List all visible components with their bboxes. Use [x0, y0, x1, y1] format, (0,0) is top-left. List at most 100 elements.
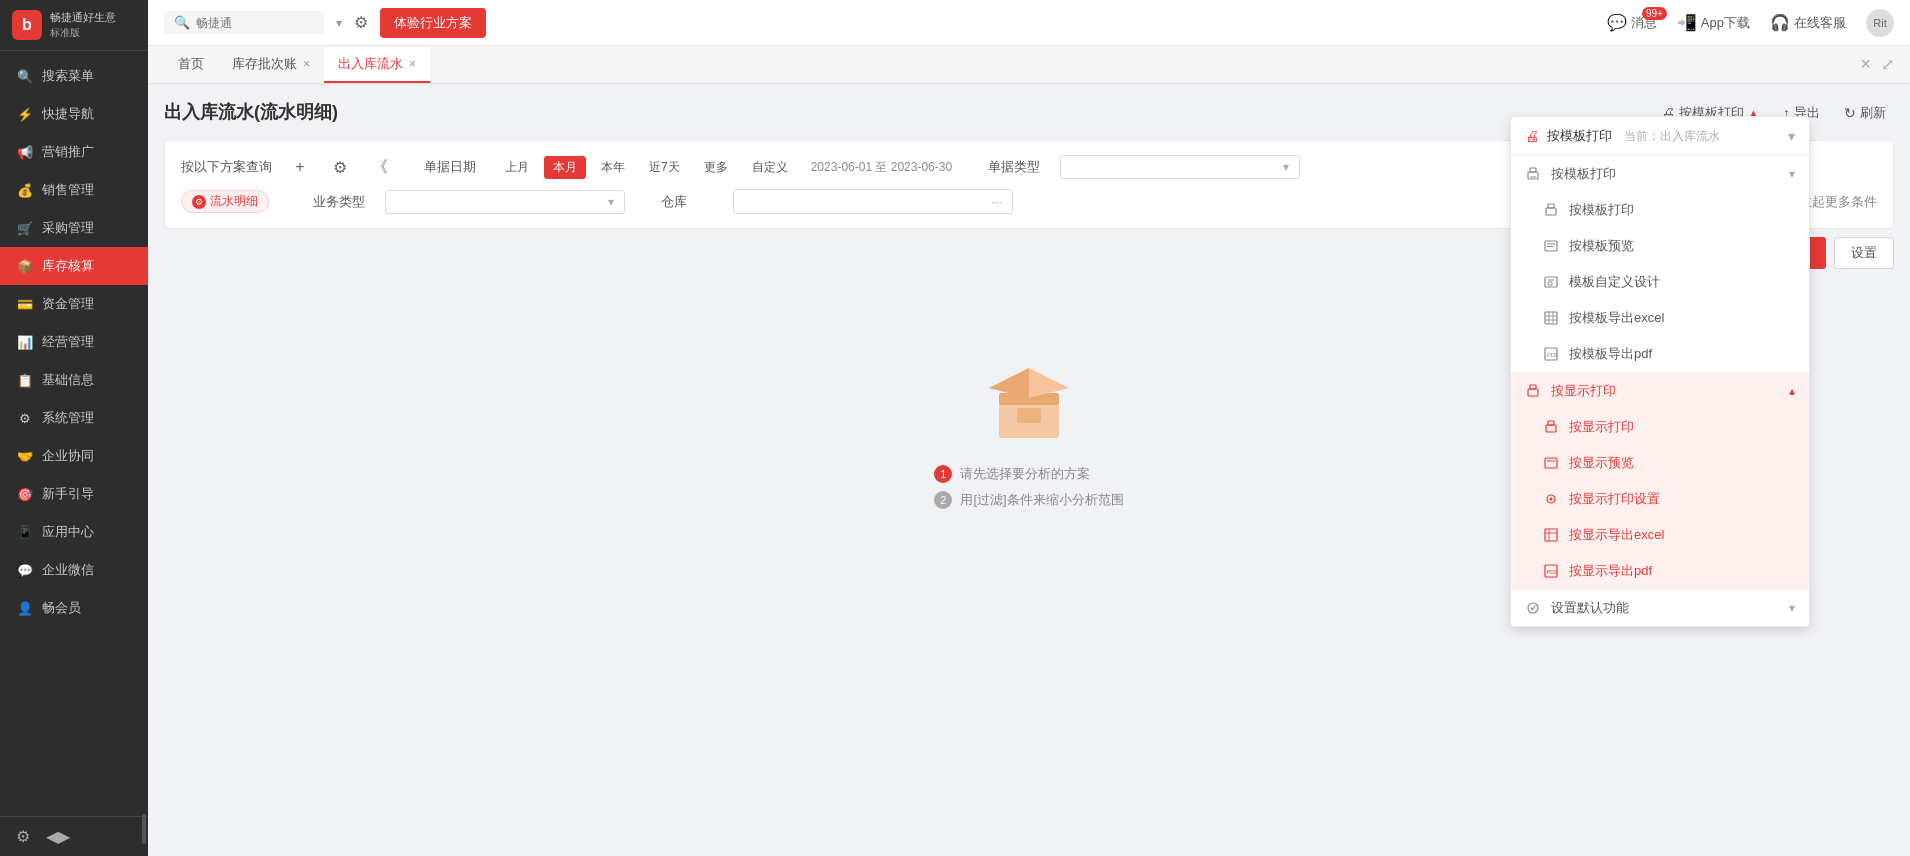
- app-logo: b 畅捷通好生意 标准版: [0, 0, 148, 51]
- template-export-excel-item[interactable]: 按模板导出excel: [1511, 300, 1809, 336]
- template-section-arrow-icon: ▾: [1789, 167, 1795, 181]
- topbar-right: 💬 消息 99+ 📲 App下载 🎧 在线客服 Rit: [1607, 9, 1894, 37]
- dropdown-panel-header: 🖨 按模板打印 当前：出入库流水 ▾: [1511, 117, 1809, 156]
- topbar-gear-icon[interactable]: ⚙: [354, 13, 368, 32]
- template-preview-item[interactable]: 按模板预览: [1511, 228, 1809, 264]
- settings-button[interactable]: 设置: [1834, 237, 1894, 269]
- display-section-printer-icon: [1525, 383, 1541, 399]
- corp-icon: 🤝: [16, 447, 34, 465]
- topbar-search-input[interactable]: [196, 16, 296, 30]
- sidebar-item-marketing[interactable]: 📢 营销推广: [0, 133, 148, 171]
- date-btn-prev-month[interactable]: 上月: [496, 156, 538, 179]
- display-preview-item[interactable]: 按显示预览: [1511, 445, 1809, 481]
- svg-point-30: [1550, 498, 1553, 501]
- display-print-item-label: 按显示打印: [1569, 418, 1795, 436]
- filter-prefix-label: 按以下方案查询: [181, 158, 272, 176]
- sidebar-item-quick-nav[interactable]: ⚡ 快捷导航: [0, 95, 148, 133]
- display-export-excel-item[interactable]: 按显示导出excel: [1511, 517, 1809, 553]
- tab-home[interactable]: 首页: [164, 47, 218, 83]
- date-btn-custom[interactable]: 自定义: [743, 156, 797, 179]
- sidebar-item-label: 企业协同: [42, 447, 94, 465]
- template-print-item[interactable]: 按模板打印: [1511, 192, 1809, 228]
- topbar-search-box[interactable]: 🔍: [164, 11, 324, 34]
- step-1-number: 1: [934, 465, 952, 483]
- date-btn-current-year[interactable]: 本年: [592, 156, 634, 179]
- doc-type-chevron-icon: ▾: [1283, 160, 1289, 174]
- warehouse-input[interactable]: ···: [733, 189, 1013, 214]
- sidebar-nav: 🔍 搜索菜单 ⚡ 快捷导航 📢 营销推广 💰 销售管理 🛒 采购管理 📦 库存核…: [0, 51, 148, 812]
- sidebar-item-wechat[interactable]: 💬 企业微信: [0, 551, 148, 589]
- sidebar-item-corp[interactable]: 🤝 企业协同: [0, 437, 148, 475]
- display-print-item[interactable]: 按显示打印: [1511, 409, 1809, 445]
- sidebar-item-search[interactable]: 🔍 搜索菜单: [0, 57, 148, 95]
- sidebar-item-finance[interactable]: 💳 资金管理: [0, 285, 148, 323]
- sidebar-item-guide[interactable]: 🎯 新手引导: [0, 475, 148, 513]
- dropdown-arrow-up-icon[interactable]: ▾: [1788, 128, 1795, 144]
- refresh-button[interactable]: ↻ 刷新: [1836, 100, 1894, 126]
- filter-tag: ⚙ 流水明细: [181, 190, 269, 213]
- display-print-section-header[interactable]: 按显示打印 ▴: [1511, 373, 1809, 409]
- date-btn-last7days[interactable]: 近7天: [640, 156, 689, 179]
- sidebar-item-app-center[interactable]: 📱 应用中心: [0, 513, 148, 551]
- operation-icon: 📊: [16, 333, 34, 351]
- sidebar-item-label: 应用中心: [42, 523, 94, 541]
- set-default-label: 设置默认功能: [1551, 599, 1779, 617]
- biz-type-label: 业务类型: [313, 193, 373, 211]
- sidebar-item-system[interactable]: ⚙ 系统管理: [0, 399, 148, 437]
- filter-settings-button[interactable]: ⚙: [328, 155, 352, 179]
- svg-rect-31: [1545, 529, 1557, 541]
- warehouse-more-icon[interactable]: ···: [991, 194, 1002, 209]
- tab-home-label: 首页: [178, 55, 204, 73]
- sidebar-item-sales[interactable]: 💰 销售管理: [0, 171, 148, 209]
- window-close-button[interactable]: ×: [1860, 54, 1871, 75]
- app-download-item[interactable]: 📲 App下载: [1677, 13, 1750, 32]
- display-export-pdf-item[interactable]: PDF 按显示导出pdf: [1511, 553, 1809, 589]
- trial-button[interactable]: 体验行业方案: [380, 8, 486, 38]
- tab-inout-flow-close[interactable]: ×: [409, 57, 416, 71]
- set-default-item[interactable]: 设置默认功能 ▾: [1511, 590, 1809, 626]
- svg-rect-4: [1017, 408, 1041, 423]
- tab-inout-flow[interactable]: 出入库流水 ×: [324, 47, 430, 83]
- message-item[interactable]: 💬 消息 99+: [1607, 13, 1657, 32]
- display-export-pdf-label: 按显示导出pdf: [1569, 562, 1795, 580]
- template-export-excel-label: 按模板导出excel: [1569, 309, 1795, 327]
- template-pdf-icon: PDF: [1543, 346, 1559, 362]
- date-btn-current-month[interactable]: 本月: [544, 156, 586, 179]
- sidebar-item-basic[interactable]: 📋 基础信息: [0, 361, 148, 399]
- window-maximize-button[interactable]: ⤢: [1881, 55, 1894, 74]
- sidebar-item-member[interactable]: 👤 畅会员: [0, 589, 148, 627]
- svg-rect-9: [1548, 204, 1554, 208]
- set-default-icon: [1525, 600, 1541, 616]
- filter-tag-label: 流水明细: [210, 193, 258, 210]
- biz-type-select[interactable]: ▾: [385, 190, 625, 214]
- sidebar-item-operation[interactable]: 📊 经营管理: [0, 323, 148, 361]
- app-center-icon: 📱: [16, 523, 34, 541]
- sidebar-item-inventory[interactable]: 📦 库存核算: [0, 247, 148, 285]
- basic-icon: 📋: [16, 371, 34, 389]
- doc-type-label: 单据类型: [988, 158, 1048, 176]
- user-avatar-item[interactable]: Rit: [1866, 9, 1894, 37]
- biz-type-chevron-icon: ▾: [608, 195, 614, 209]
- display-print-settings-item[interactable]: 按显示打印设置: [1511, 481, 1809, 517]
- filter-collapse-button[interactable]: 《: [368, 155, 392, 179]
- template-custom-item[interactable]: 模板自定义设计: [1511, 264, 1809, 300]
- template-print-section-header[interactable]: 按模板打印 ▾: [1511, 156, 1809, 192]
- template-export-pdf-item[interactable]: PDF 按模板导出pdf: [1511, 336, 1809, 372]
- dropdown-title: 按模板打印: [1547, 127, 1612, 145]
- sidebar-item-purchase[interactable]: 🛒 采购管理: [0, 209, 148, 247]
- doc-type-select[interactable]: ▾: [1060, 155, 1300, 179]
- main-area: 🔍 ▾ ⚙ 体验行业方案 💬 消息 99+ 📲 App下载 🎧 在线客服 R: [148, 0, 1910, 856]
- filter-add-button[interactable]: +: [288, 155, 312, 179]
- online-service-label: 在线客服: [1794, 14, 1846, 32]
- collapse-more-label: 收起更多条件: [1799, 193, 1877, 211]
- tab-inventory-batch[interactable]: 库存批次账 ×: [218, 47, 324, 83]
- message-icon: 💬: [1607, 13, 1627, 32]
- empty-icon: [979, 353, 1079, 453]
- online-service-item[interactable]: 🎧 在线客服: [1770, 13, 1846, 32]
- collapse-sidebar-icon[interactable]: ◀▶: [46, 827, 70, 846]
- settings-footer-icon[interactable]: ⚙: [16, 827, 30, 846]
- tab-inventory-batch-close[interactable]: ×: [303, 57, 310, 71]
- topbar-dropdown-icon[interactable]: ▾: [336, 16, 342, 30]
- template-custom-icon: [1543, 274, 1559, 290]
- date-btn-more[interactable]: 更多: [695, 156, 737, 179]
